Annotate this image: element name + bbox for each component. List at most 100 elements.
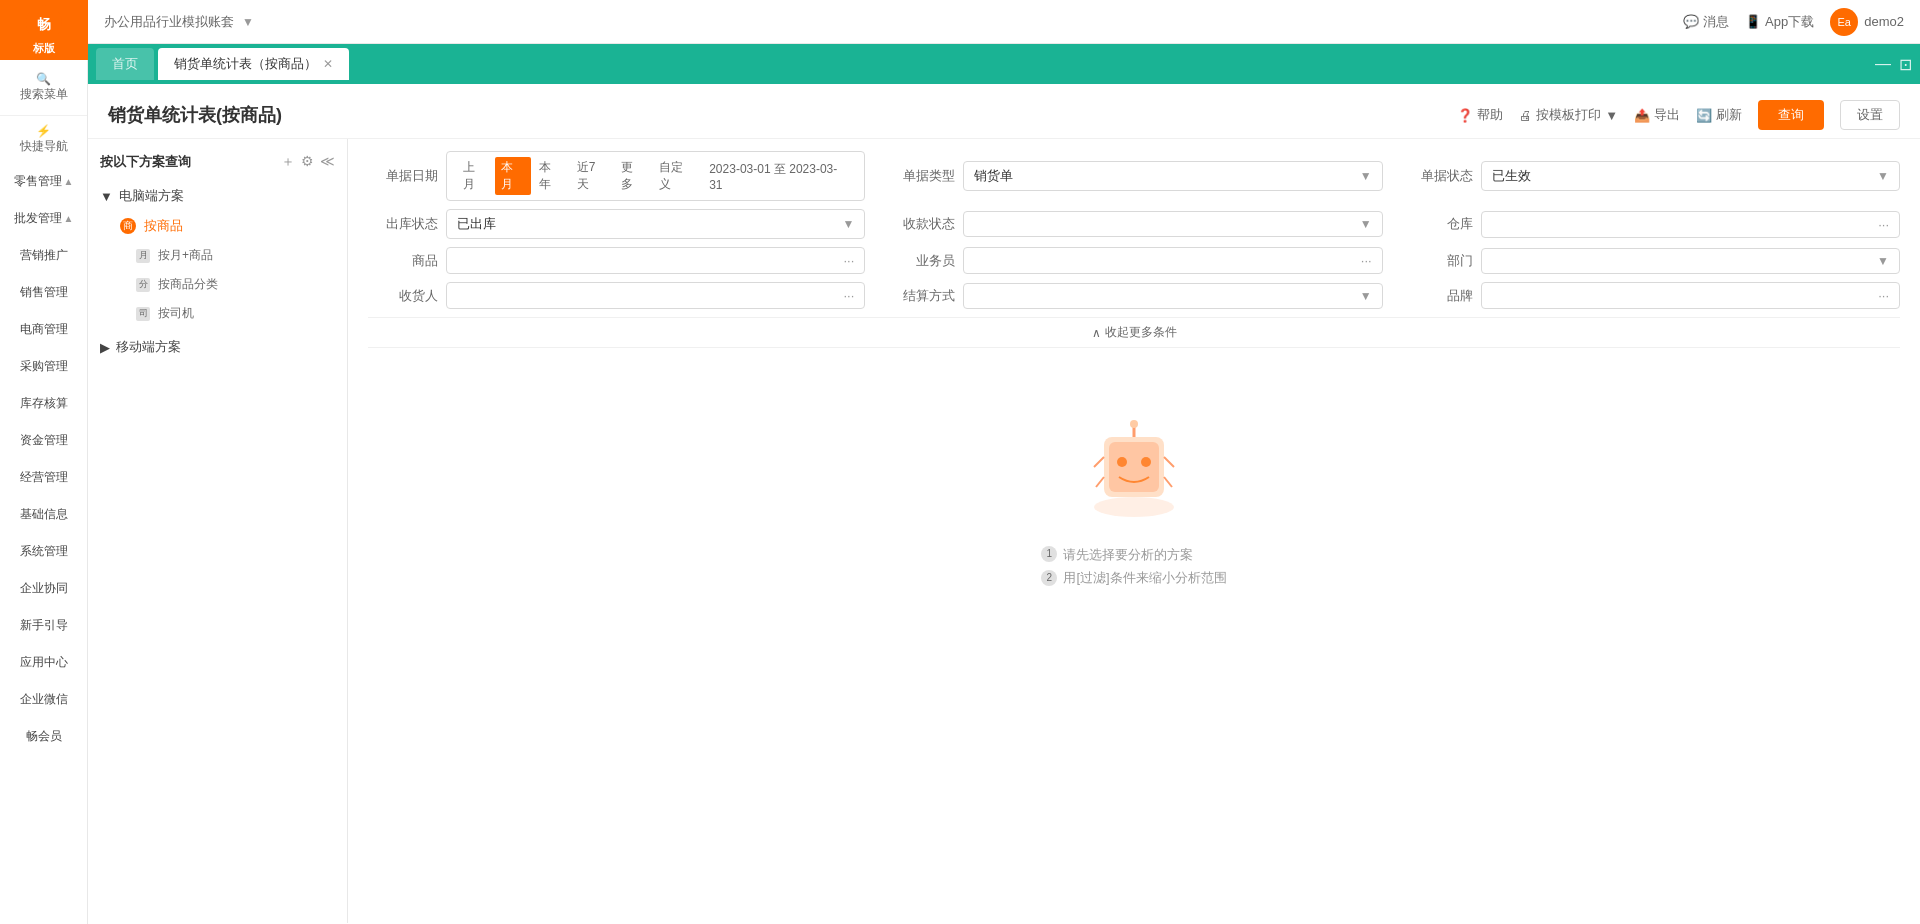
scheme-item-by-goods[interactable]: 商 按商品 [88,211,347,241]
chevron-down-icon-group: ▼ [100,189,113,204]
type-control[interactable]: 销货单 ▼ [963,161,1382,191]
content-area: 销货单统计表(按商品) ❓ 帮助 🖨 按模板打印 ▼ 📤 导出 🔄 刷新 [88,84,1920,924]
settings-button[interactable]: 设置 [1840,100,1900,130]
sidebar-item-system[interactable]: 系统管理 [0,533,87,570]
sidebar-item-quick-nav[interactable]: ⚡ 快捷导航 [0,116,87,163]
dept-control[interactable]: ▼ [1481,248,1900,274]
add-scheme-icon[interactable]: ＋ [281,153,295,171]
sidebar-item-wholesale[interactable]: 批发管理 ▲ [0,200,87,237]
receiver-label: 收货人 [368,287,438,305]
maximize-icon[interactable]: ⊡ [1899,55,1912,74]
date-tab-this-month[interactable]: 本月 [495,157,531,195]
sidebar-item-inventory[interactable]: 库存核算 [0,385,87,422]
sidebar-item-retail[interactable]: 零售管理 ▲ [0,163,87,200]
sidebar-item-finance[interactable]: 资金管理 [0,422,87,459]
left-panel: 按以下方案查询 ＋ ⚙ ≪ ▼ 电脑端方案 商 按商品 [88,139,348,923]
filter-goods: 商品 ··· [368,247,865,274]
tab-bar: 首页 销货单统计表（按商品） ✕ — ⊡ [88,44,1920,84]
date-tab-7days[interactable]: 近7天 [571,157,614,195]
app-logo[interactable]: 畅 标版 [0,0,88,60]
dots-brand[interactable]: ··· [1878,288,1889,303]
dots-goods[interactable]: ··· [843,253,854,268]
tab-sales-stats[interactable]: 销货单统计表（按商品） ✕ [158,48,349,80]
dots-sales[interactable]: ··· [1361,253,1372,268]
receiver-control[interactable]: ··· [446,282,865,309]
dots-receiver[interactable]: ··· [843,288,854,303]
date-tabs: 上月 本月 本年 近7天 更多 自定义 [457,157,701,195]
filter-date: 单据日期 上月 本月 本年 近7天 更多 自定义 2023-03-01 至 20… [368,151,865,201]
type-value: 销货单 [974,167,1013,185]
goods-control[interactable]: ··· [446,247,865,274]
sidebar-item-purchase[interactable]: 采购管理 [0,348,87,385]
sidebar-item-guide[interactable]: 新手引导 [0,607,87,644]
payment-label: 结算方式 [885,287,955,305]
query-button[interactable]: 查询 [1758,100,1824,130]
filter-row-1: 单据日期 上月 本月 本年 近7天 更多 自定义 2023-03-01 至 20… [368,151,1900,201]
user-profile[interactable]: Ea demo2 [1830,8,1904,36]
sidebar-item-marketing[interactable]: 营销推广 [0,237,87,274]
tab-close-icon[interactable]: ✕ [323,57,333,71]
svg-text:畅: 畅 [37,15,51,31]
scheme-item-driver[interactable]: 司 按司机 [88,299,347,328]
industry-selector[interactable]: 办公用品行业模拟账套 [104,13,234,31]
avatar: Ea [1830,8,1858,36]
tab-home[interactable]: 首页 [96,48,154,80]
filter-receipt-status: 收款状态 ▼ [885,209,1382,239]
chevron-down-icon-print: ▼ [1605,108,1618,123]
warehouse-control[interactable]: ··· [1481,211,1900,238]
scheme-group-pc-header[interactable]: ▼ 电脑端方案 [88,181,347,211]
scheme-icon-goods: 商 [120,218,136,234]
chevron-down-status: ▼ [1877,169,1889,183]
date-tab-more[interactable]: 更多 [615,157,651,195]
empty-svg [1074,407,1194,527]
date-tab-this-year[interactable]: 本年 [533,157,569,195]
export-button[interactable]: 📤 导出 [1634,106,1680,124]
message-button[interactable]: 💬 消息 [1683,13,1729,31]
collapse-panel-icon[interactable]: ≪ [320,153,335,171]
sidebar-item-weixin[interactable]: 企业微信 [0,681,87,718]
date-tab-last-month[interactable]: 上月 [457,157,493,195]
filter-dept: 部门 ▼ [1403,247,1900,274]
message-icon: 💬 [1683,14,1699,29]
sales-control[interactable]: ··· [963,247,1382,274]
edit-scheme-icon[interactable]: ⚙ [301,153,314,171]
template-print-button[interactable]: 🖨 按模板打印 ▼ [1519,106,1618,124]
sidebar-item-cooperation[interactable]: 企业协同 [0,570,87,607]
date-tab-custom[interactable]: 自定义 [653,157,701,195]
refresh-button[interactable]: 🔄 刷新 [1696,106,1742,124]
filter-row-4: 收货人 ··· 结算方式 ▼ 品牌 [368,282,1900,309]
chevron-right-icon: ▶ [100,340,110,355]
scheme-item-month-goods[interactable]: 月 按月+商品 [88,241,347,270]
left-panel-header: 按以下方案查询 ＋ ⚙ ≪ [88,147,347,177]
sidebar-item-member[interactable]: 畅会员 [0,718,87,755]
sidebar-item-search[interactable]: 🔍 搜索菜单 [0,60,87,116]
out-control[interactable]: 已出库 ▼ [446,209,865,239]
receipt-control[interactable]: ▼ [963,211,1382,237]
status-control[interactable]: 已生效 ▼ [1481,161,1900,191]
sidebar-item-basics[interactable]: 基础信息 [0,496,87,533]
filter-row-3: 商品 ··· 业务员 ··· 部门 [368,247,1900,274]
sidebar-item-sales[interactable]: 销售管理 [0,274,87,311]
page-actions: ❓ 帮助 🖨 按模板打印 ▼ 📤 导出 🔄 刷新 查询 设置 [1457,100,1900,130]
brand-control[interactable]: ··· [1481,282,1900,309]
help-button[interactable]: ❓ 帮助 [1457,106,1503,124]
chevron-up-icon: ▲ [64,176,74,187]
filter-payment: 结算方式 ▼ [885,282,1382,309]
page-header: 销货单统计表(按商品) ❓ 帮助 🖨 按模板打印 ▼ 📤 导出 🔄 刷新 [88,84,1920,139]
date-control[interactable]: 上月 本月 本年 近7天 更多 自定义 2023-03-01 至 2023-03… [446,151,865,201]
scheme-group-mobile-header[interactable]: ▶ 移动端方案 [88,332,347,362]
app-download-button[interactable]: 📱 App下载 [1745,13,1814,31]
payment-control[interactable]: ▼ [963,283,1382,309]
panel-icons: ＋ ⚙ ≪ [281,153,335,171]
sidebar-item-operations[interactable]: 经营管理 [0,459,87,496]
collapse-conditions-button[interactable]: ∧ 收起更多条件 [368,317,1900,347]
svg-line-9 [1094,457,1104,467]
minimize-icon[interactable]: — [1875,55,1891,74]
empty-state: 1 请先选择要分析的方案 2 用[过滤]条件来缩小分析范围 [368,348,1900,648]
print-icon: 🖨 [1519,108,1532,123]
download-icon: 📱 [1745,14,1761,29]
sidebar-item-app-center[interactable]: 应用中心 [0,644,87,681]
dots-warehouse[interactable]: ··· [1878,217,1889,232]
sidebar-item-ecommerce[interactable]: 电商管理 [0,311,87,348]
scheme-item-goods-category[interactable]: 分 按商品分类 [88,270,347,299]
